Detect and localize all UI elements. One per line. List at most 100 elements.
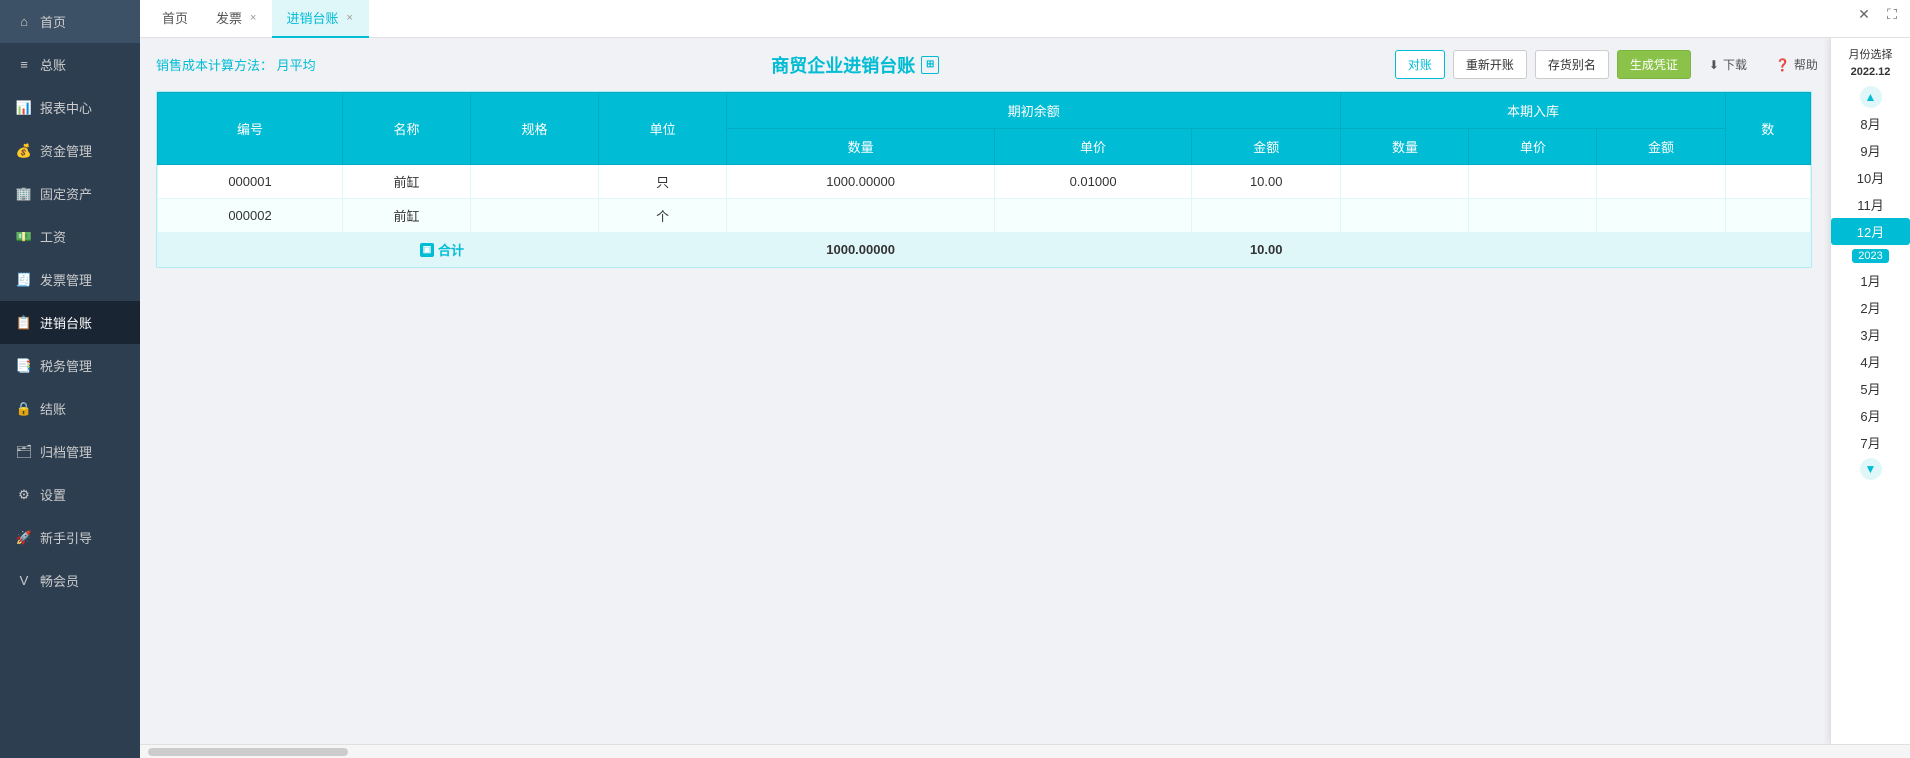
reopen-button[interactable]: 重新开账 <box>1453 50 1527 79</box>
year-badge-2023: 2023 <box>1852 249 1888 263</box>
archive-icon: 🗂 <box>16 444 32 460</box>
row2-in-amount <box>1597 199 1725 233</box>
month-panel-title: 月份选择 <box>1849 46 1893 62</box>
settings-icon: ⚙ <box>16 487 32 503</box>
total-in-price <box>1469 233 1597 267</box>
month-nav-up[interactable]: ▲ <box>1860 86 1882 108</box>
row2-begin-amount <box>1192 199 1341 233</box>
row2-code: 000002 <box>158 199 343 233</box>
th-begin-qty: 数量 <box>727 129 995 165</box>
month-11[interactable]: 11月 <box>1831 191 1910 218</box>
tab-invoice[interactable]: 发票 × <box>202 0 272 38</box>
month-12[interactable]: 12月 <box>1831 218 1910 245</box>
save-alias-button[interactable]: 存货别名 <box>1535 50 1609 79</box>
tab-stock[interactable]: 进销台账 × <box>272 0 368 38</box>
window-controls: ✕ ⛶ <box>1854 4 1902 24</box>
tab-home[interactable]: 首页 <box>148 0 202 38</box>
fund-icon: 💰 <box>16 143 32 159</box>
download-label: 下载 <box>1723 56 1747 73</box>
th-begin-amount: 金额 <box>1192 129 1341 165</box>
download-icon: ⬇ <box>1709 58 1719 72</box>
guide-icon: 🚀 <box>16 530 32 546</box>
sidebar-label-invoice: 发票管理 <box>40 270 92 289</box>
content-area: 销售成本计算方法： 月平均 商贸企业进销台账 ⊞ 对账 重新开账 存货别名 生成… <box>140 38 1910 744</box>
help-button[interactable]: ❓ 帮助 <box>1765 51 1828 78</box>
row2-out <box>1725 199 1811 233</box>
th-unit: 单位 <box>599 93 727 165</box>
month-2[interactable]: 2月 <box>1831 294 1910 321</box>
month-1[interactable]: 1月 <box>1831 267 1910 294</box>
month-7[interactable]: 7月 <box>1831 429 1910 456</box>
th-in-qty: 数量 <box>1341 129 1469 165</box>
row1-begin-qty: 1000.00000 <box>727 165 995 199</box>
month-9[interactable]: 9月 <box>1831 137 1910 164</box>
row1-out <box>1725 165 1811 199</box>
sidebar-item-invoice[interactable]: 🧾 发票管理 <box>0 258 140 301</box>
th-in-price: 单价 <box>1469 129 1597 165</box>
tab-invoice-close[interactable]: × <box>248 12 258 24</box>
sidebar-item-ledger[interactable]: ≡ 总账 <box>0 43 140 86</box>
stock-icon: 📋 <box>16 315 32 331</box>
month-5[interactable]: 5月 <box>1831 375 1910 402</box>
scroll-thumb[interactable] <box>148 748 348 756</box>
sidebar-item-salary[interactable]: 💵 工资 <box>0 215 140 258</box>
generate-voucher-button[interactable]: 生成凭证 <box>1617 50 1691 79</box>
tab-stock-close[interactable]: × <box>344 12 354 24</box>
tab-stock-label: 进销台账 <box>286 8 338 27</box>
total-icon: ▣ <box>420 243 434 257</box>
tab-invoice-label: 发票 <box>216 8 242 27</box>
reconcile-button[interactable]: 对账 <box>1395 50 1445 79</box>
table-row: 000002 前缸 个 <box>158 199 1811 233</box>
cost-method: 销售成本计算方法： 月平均 <box>156 55 316 74</box>
month-4[interactable]: 4月 <box>1831 348 1910 375</box>
total-label-cell: ▣ 合计 <box>158 233 727 267</box>
total-begin-amount: 10.00 <box>1192 233 1341 267</box>
sidebar-item-home[interactable]: ⌂ 首页 <box>0 0 140 43</box>
row1-in-qty <box>1341 165 1469 199</box>
sidebar-item-closeaccount[interactable]: 🔒 结账 <box>0 387 140 430</box>
main-area: 首页 发票 × 进销台账 × ✕ ⛶ 销售成本计算方法： 月平均 商贸企业进销台… <box>140 0 1910 758</box>
member-icon: V <box>16 573 32 589</box>
sidebar-item-settings[interactable]: ⚙ 设置 <box>0 473 140 516</box>
sidebar-item-stock[interactable]: 📋 进销台账 <box>0 301 140 344</box>
month-nav-down[interactable]: ▼ <box>1860 458 1882 480</box>
sidebar-label-guide: 新手引导 <box>40 528 92 547</box>
close-account-icon: 🔒 <box>16 401 32 417</box>
sidebar-item-fund[interactable]: 💰 资金管理 <box>0 129 140 172</box>
sidebar-item-report[interactable]: 📊 报表中心 <box>0 86 140 129</box>
total-out <box>1725 233 1811 267</box>
sidebar-label-archive: 归档管理 <box>40 442 92 461</box>
scroll-bar-area <box>140 744 1910 758</box>
sidebar-label-home: 首页 <box>40 12 66 31</box>
report-icon: 📊 <box>16 100 32 116</box>
th-spec: 规格 <box>471 93 599 165</box>
asset-icon: 🏢 <box>16 186 32 202</box>
sidebar-item-guide[interactable]: 🚀 新手引导 <box>0 516 140 559</box>
th-in-amount: 金额 <box>1597 129 1725 165</box>
th-name: 名称 <box>343 93 471 165</box>
th-code: 编号 <box>158 93 343 165</box>
month-6[interactable]: 6月 <box>1831 402 1910 429</box>
sidebar-item-member[interactable]: V 畅会员 <box>0 559 140 602</box>
month-3[interactable]: 3月 <box>1831 321 1910 348</box>
sidebar-item-archive[interactable]: 🗂 归档管理 <box>0 430 140 473</box>
month-10[interactable]: 10月 <box>1831 164 1910 191</box>
cost-method-label: 销售成本计算方法： <box>156 58 273 73</box>
th-begin-price: 单价 <box>995 129 1192 165</box>
sidebar-item-tax[interactable]: 📑 税务管理 <box>0 344 140 387</box>
row1-in-amount <box>1597 165 1725 199</box>
month-8[interactable]: 8月 <box>1831 110 1910 137</box>
sidebar-label-member: 畅会员 <box>40 571 79 590</box>
ledger-icon: ≡ <box>16 57 32 73</box>
row2-spec <box>471 199 599 233</box>
sidebar-label-salary: 工资 <box>40 227 66 246</box>
sidebar-label-report: 报表中心 <box>40 98 92 117</box>
maximize-window-button[interactable]: ⛶ <box>1882 4 1902 24</box>
close-window-button[interactable]: ✕ <box>1854 4 1874 24</box>
sidebar-item-asset[interactable]: 🏢 固定资产 <box>0 172 140 215</box>
tab-bar: 首页 发票 × 进销台账 × ✕ ⛶ <box>140 0 1910 38</box>
download-button[interactable]: ⬇ 下载 <box>1699 51 1757 78</box>
row1-begin-price: 0.01000 <box>995 165 1192 199</box>
row1-unit: 只 <box>599 165 727 199</box>
sidebar: ⌂ 首页 ≡ 总账 📊 报表中心 💰 资金管理 🏢 固定资产 💵 工资 🧾 发票… <box>0 0 140 758</box>
